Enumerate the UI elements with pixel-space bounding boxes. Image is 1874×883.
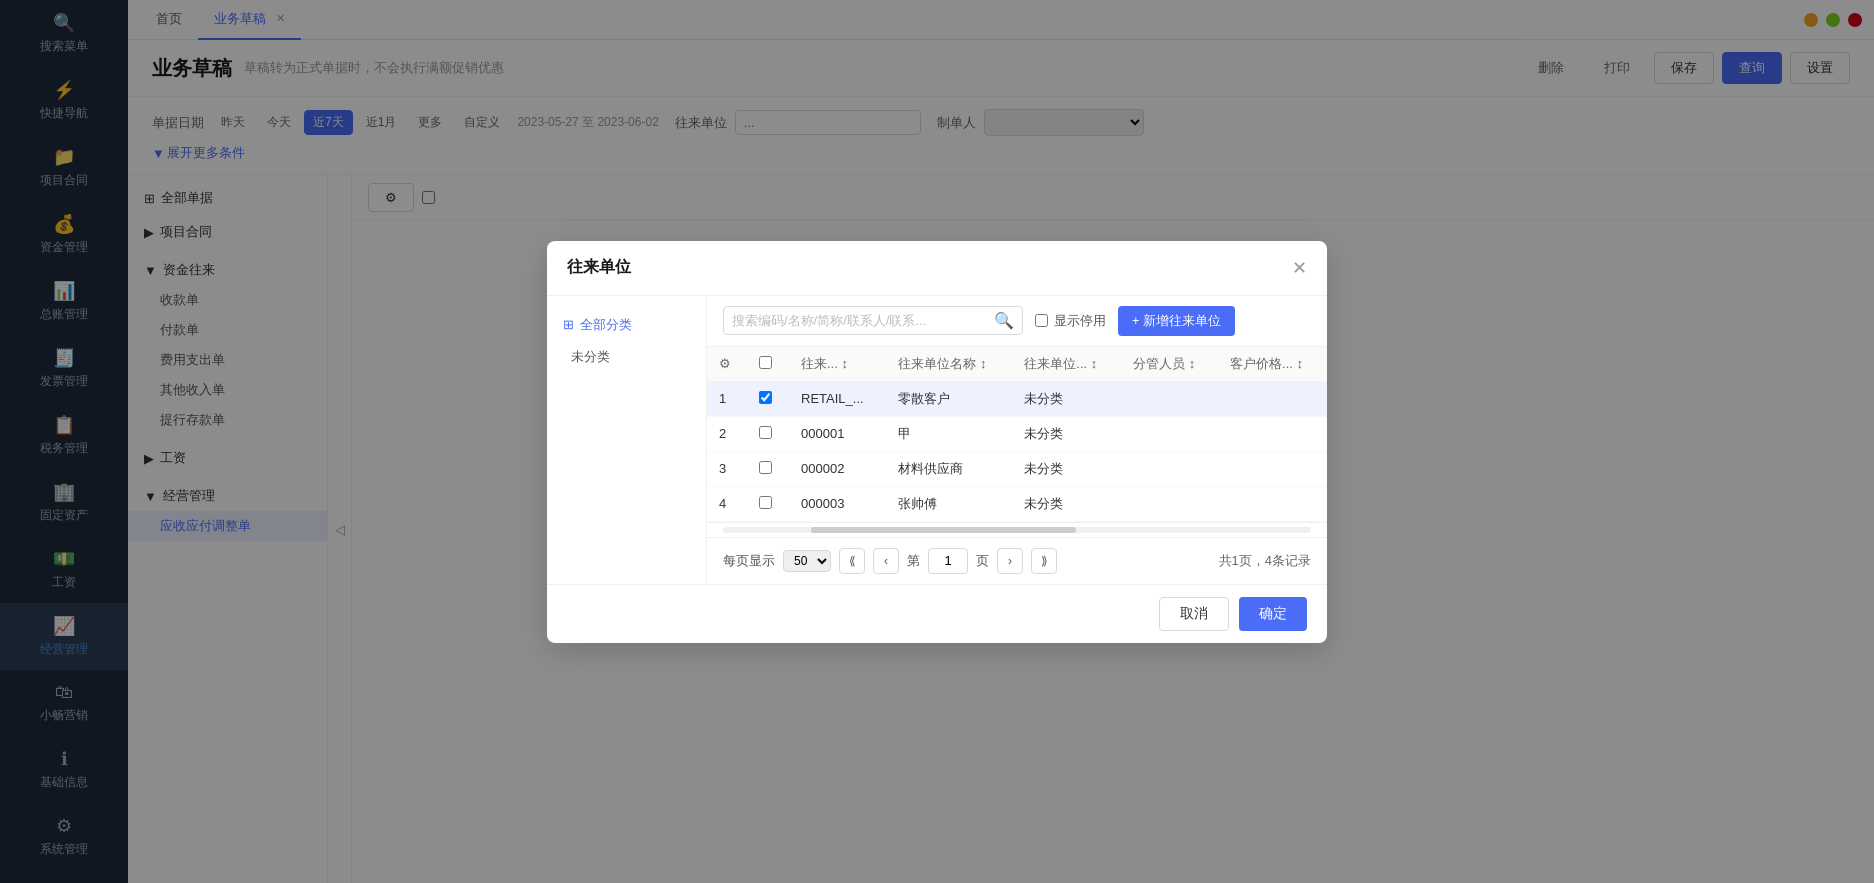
row-code: RETAIL_... <box>789 381 886 416</box>
last-page-btn[interactable]: ⟫ <box>1031 548 1057 574</box>
dialog-overlay[interactable]: 往来单位 ✕ ⊞ 全部分类 未分类 🔍 <box>0 0 1874 883</box>
row-no: 4 <box>707 486 747 521</box>
row-code: 000002 <box>789 451 886 486</box>
row-price <box>1218 451 1327 486</box>
row-manager <box>1121 416 1218 451</box>
dialog-table-scroll: ⚙ 往来... ↕ 往来单位名称 ↕ 往来单位... ↕ 分管人员 ↕ 客户价格… <box>707 347 1327 522</box>
page-total: 共1页，4条记录 <box>1219 552 1311 570</box>
first-page-btn[interactable]: ⟪ <box>839 548 865 574</box>
row-code: 000001 <box>789 416 886 451</box>
col-settings: ⚙ <box>707 347 747 382</box>
col-checkbox <box>747 347 789 382</box>
col-price[interactable]: 客户价格... ↕ <box>1218 347 1327 382</box>
all-category-item[interactable]: ⊞ 全部分类 <box>547 308 706 342</box>
col-manager[interactable]: 分管人员 ↕ <box>1121 347 1218 382</box>
row-price <box>1218 416 1327 451</box>
row-no: 3 <box>707 451 747 486</box>
table-row[interactable]: 1 RETAIL_... 零散客户 未分类 <box>707 381 1327 416</box>
row-checkbox[interactable] <box>759 391 772 404</box>
search-icon: 🔍 <box>994 311 1014 330</box>
row-code: 000003 <box>789 486 886 521</box>
page-unit: 页 <box>976 552 989 570</box>
row-name: 张帅傅 <box>886 486 1012 521</box>
col-name[interactable]: 往来单位名称 ↕ <box>886 347 1012 382</box>
dialog-category-panel: ⊞ 全部分类 未分类 <box>547 296 707 584</box>
row-category: 未分类 <box>1012 451 1121 486</box>
select-all-dialog[interactable] <box>759 356 772 369</box>
dialog-body: ⊞ 全部分类 未分类 🔍 显示停用 <box>547 296 1327 584</box>
table-row[interactable]: 3 000002 材料供应商 未分类 <box>707 451 1327 486</box>
row-checkbox[interactable] <box>759 496 772 509</box>
row-manager <box>1121 486 1218 521</box>
row-checkbox[interactable] <box>759 461 772 474</box>
counterparty-dialog: 往来单位 ✕ ⊞ 全部分类 未分类 🔍 <box>547 241 1327 643</box>
row-name: 甲 <box>886 416 1012 451</box>
row-manager <box>1121 381 1218 416</box>
row-price <box>1218 486 1327 521</box>
add-counterparty-button[interactable]: + 新增往来单位 <box>1118 306 1235 336</box>
row-category: 未分类 <box>1012 486 1121 521</box>
row-manager <box>1121 451 1218 486</box>
per-page-select[interactable]: 50 <box>783 550 831 572</box>
row-checkbox[interactable] <box>759 426 772 439</box>
col-code[interactable]: 往来... ↕ <box>789 347 886 382</box>
show-disabled-checkbox[interactable] <box>1035 314 1048 327</box>
dialog-footer: 取消 确定 <box>547 584 1327 643</box>
table-row[interactable]: 4 000003 张帅傅 未分类 <box>707 486 1327 521</box>
prev-page-btn[interactable]: ‹ <box>873 548 899 574</box>
dialog-pagination: 每页显示 50 ⟪ ‹ 第 页 › ⟫ 共1页，4条记录 <box>707 537 1327 584</box>
dialog-toolbar: 🔍 显示停用 + 新增往来单位 <box>707 296 1327 347</box>
show-disabled-label[interactable]: 显示停用 <box>1035 312 1106 330</box>
next-page-btn[interactable]: › <box>997 548 1023 574</box>
row-name: 材料供应商 <box>886 451 1012 486</box>
dialog-close-button[interactable]: ✕ <box>1292 257 1307 279</box>
confirm-button[interactable]: 确定 <box>1239 597 1307 631</box>
page-number-input[interactable] <box>928 548 968 574</box>
scrollbar-thumb[interactable] <box>811 527 1076 533</box>
dialog-header: 往来单位 ✕ <box>547 241 1327 296</box>
search-input[interactable] <box>732 313 988 328</box>
search-box: 🔍 <box>723 306 1023 335</box>
uncategorized-item[interactable]: 未分类 <box>547 342 706 372</box>
table-row[interactable]: 2 000001 甲 未分类 <box>707 416 1327 451</box>
row-no: 2 <box>707 416 747 451</box>
scrollbar-track[interactable] <box>723 527 1311 533</box>
page-label: 第 <box>907 552 920 570</box>
row-category: 未分类 <box>1012 416 1121 451</box>
per-page-label: 每页显示 <box>723 552 775 570</box>
col-category[interactable]: 往来单位... ↕ <box>1012 347 1121 382</box>
grid-icon2: ⊞ <box>563 317 574 332</box>
dialog-data-panel: 🔍 显示停用 + 新增往来单位 ⚙ <box>707 296 1327 584</box>
row-price <box>1218 381 1327 416</box>
dialog-title: 往来单位 <box>567 257 631 278</box>
row-name: 零散客户 <box>886 381 1012 416</box>
cancel-button[interactable]: 取消 <box>1159 597 1229 631</box>
row-no: 1 <box>707 381 747 416</box>
horizontal-scrollbar <box>707 522 1327 537</box>
row-category: 未分类 <box>1012 381 1121 416</box>
dialog-data-table: ⚙ 往来... ↕ 往来单位名称 ↕ 往来单位... ↕ 分管人员 ↕ 客户价格… <box>707 347 1327 522</box>
